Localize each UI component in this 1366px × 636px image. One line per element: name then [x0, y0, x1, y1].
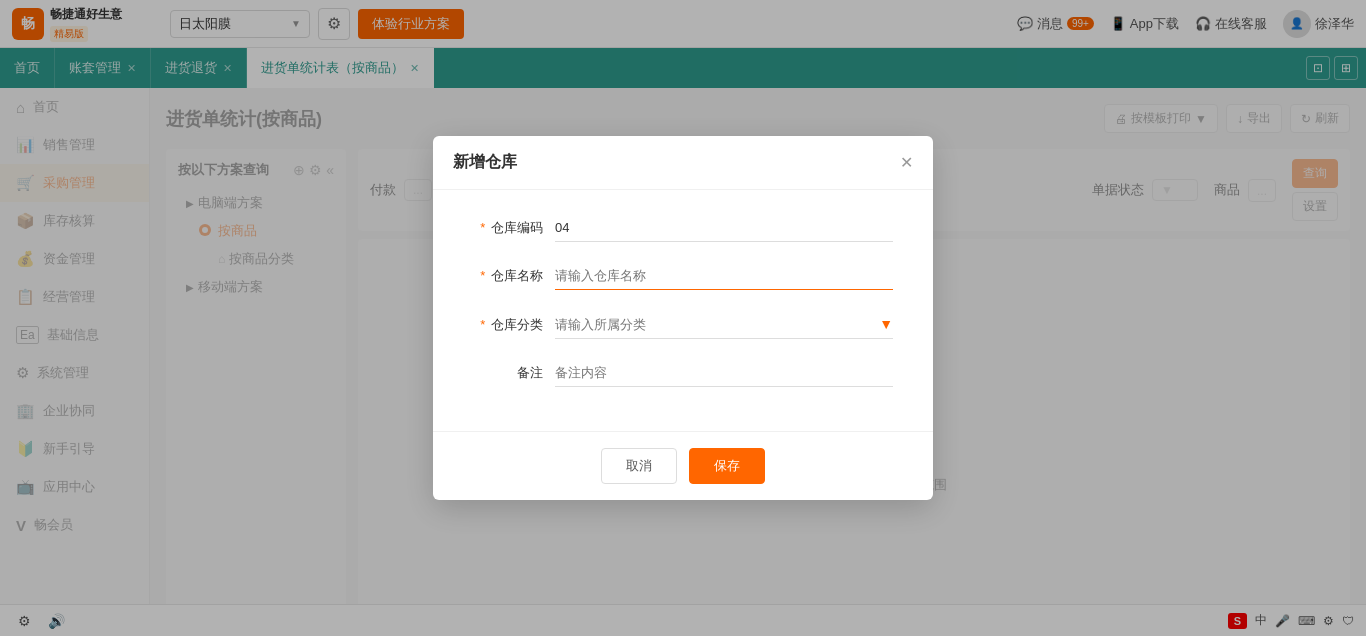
required-mark2: *	[480, 268, 485, 283]
form-row-code: * 仓库编码	[473, 214, 893, 242]
modal-title: 新增仓库	[453, 152, 517, 173]
required-mark3: *	[480, 317, 485, 332]
form-row-category: * 仓库分类 ▼	[473, 310, 893, 339]
code-input[interactable]	[555, 214, 893, 242]
name-label: * 仓库名称	[473, 267, 543, 285]
category-input[interactable]	[555, 317, 879, 332]
new-warehouse-modal: 新增仓库 ✕ * 仓库编码 * 仓库名称	[433, 136, 933, 500]
name-input[interactable]	[555, 262, 893, 290]
modal-header: 新增仓库 ✕	[433, 136, 933, 190]
dropdown-arrow-icon: ▼	[879, 316, 893, 332]
required-mark: *	[480, 220, 485, 235]
modal-body: * 仓库编码 * 仓库名称 * 仓库分类	[433, 190, 933, 431]
modal-footer: 取消 保存	[433, 431, 933, 500]
category-label: * 仓库分类	[473, 316, 543, 334]
category-select[interactable]: ▼	[555, 310, 893, 339]
form-row-remark: 备注	[473, 359, 893, 387]
modal-overlay[interactable]: 新增仓库 ✕ * 仓库编码 * 仓库名称	[0, 0, 1366, 636]
cancel-button[interactable]: 取消	[601, 448, 677, 484]
modal-close-btn[interactable]: ✕	[900, 153, 913, 172]
remark-input[interactable]	[555, 359, 893, 387]
remark-label: 备注	[473, 364, 543, 382]
save-button[interactable]: 保存	[689, 448, 765, 484]
code-label: * 仓库编码	[473, 219, 543, 237]
form-row-name: * 仓库名称	[473, 262, 893, 290]
